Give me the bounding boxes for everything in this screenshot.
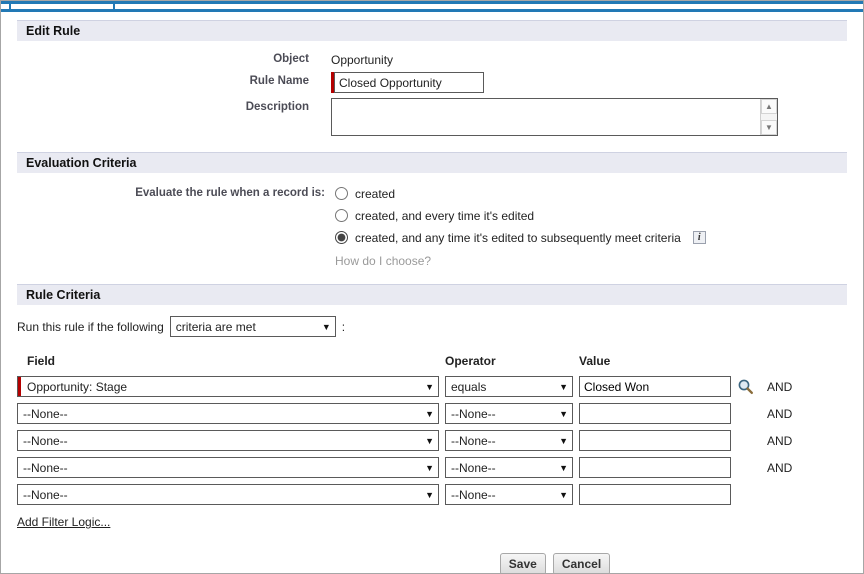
rule-name-row: Rule Name	[17, 72, 847, 93]
run-rule-line: Run this rule if the following criteria …	[17, 316, 847, 337]
object-row: Object Opportunity	[17, 50, 847, 67]
required-field-bar	[18, 377, 21, 396]
scroll-down-icon[interactable]: ▼	[761, 120, 777, 135]
chevron-down-icon: ▼	[425, 409, 434, 419]
scroll-up-icon[interactable]: ▲	[761, 99, 777, 114]
radio-created-every-edit[interactable]	[335, 209, 348, 222]
edit-rule-section-header: Edit Rule	[17, 20, 847, 41]
field-select-2-value: --None--	[23, 407, 68, 421]
evaluation-criteria-body: Evaluate the rule when a record is: crea…	[17, 186, 847, 268]
tab-edge-tick	[9, 4, 11, 9]
field-column-header: Field	[17, 354, 439, 368]
object-value: Opportunity	[331, 50, 847, 67]
chevron-down-icon: ▼	[559, 409, 568, 419]
operator-select-4-value: --None--	[451, 461, 496, 475]
radio-subsequently-meet-label: created, and any time it's edited to sub…	[355, 231, 681, 245]
operator-column-header: Operator	[445, 354, 573, 368]
chevron-down-icon: ▼	[559, 490, 568, 500]
button-bar: Save Cancel	[17, 553, 847, 574]
operator-select-1[interactable]: equals ▼	[445, 376, 573, 397]
top-tab-border	[1, 1, 863, 12]
operator-select-2-value: --None--	[451, 407, 496, 421]
value-input-2[interactable]	[579, 403, 731, 424]
operator-select-5-value: --None--	[451, 488, 496, 502]
run-rule-label: Run this rule if the following	[17, 320, 164, 334]
chevron-down-icon: ▼	[322, 322, 331, 332]
and-label: AND	[767, 461, 807, 475]
radio-option-subsequently-meet[interactable]: created, and any time it's edited to sub…	[335, 230, 847, 245]
field-select-5-value: --None--	[23, 488, 68, 502]
field-select-1-value: Opportunity: Stage	[27, 380, 127, 394]
description-row: Description ▲ ▼	[17, 98, 847, 136]
radio-subsequently-meet[interactable]	[335, 231, 348, 244]
description-label: Description	[17, 98, 309, 113]
and-label: AND	[767, 434, 807, 448]
chevron-down-icon: ▼	[425, 490, 434, 500]
chevron-down-icon: ▼	[425, 382, 434, 392]
evaluation-criteria-section-header: Evaluation Criteria	[17, 152, 847, 173]
lookup-magnifier-icon[interactable]	[737, 378, 755, 396]
criteria-row-4: --None-- ▼ --None-- ▼ AND	[17, 456, 847, 479]
tab-edge-tick	[113, 4, 115, 9]
criteria-type-select[interactable]: criteria are met ▼	[170, 316, 336, 337]
value-input-3[interactable]	[579, 430, 731, 451]
how-do-i-choose-link[interactable]: How do I choose?	[335, 254, 431, 268]
criteria-type-select-value: criteria are met	[176, 320, 256, 334]
operator-select-2[interactable]: --None-- ▼	[445, 403, 573, 424]
add-filter-logic-link[interactable]: Add Filter Logic...	[17, 515, 110, 529]
value-input-1[interactable]	[579, 376, 731, 397]
criteria-table: Field Operator Value Opportunity: Stage …	[17, 354, 847, 506]
operator-select-3-value: --None--	[451, 434, 496, 448]
evaluate-when-label: Evaluate the rule when a record is:	[17, 186, 325, 268]
chevron-down-icon: ▼	[425, 436, 434, 446]
field-select-3-value: --None--	[23, 434, 68, 448]
value-input-4[interactable]	[579, 457, 731, 478]
object-label: Object	[17, 50, 309, 65]
operator-select-3[interactable]: --None-- ▼	[445, 430, 573, 451]
and-label: AND	[767, 407, 807, 421]
operator-select-4[interactable]: --None-- ▼	[445, 457, 573, 478]
field-select-1[interactable]: Opportunity: Stage ▼	[17, 376, 439, 397]
field-select-4[interactable]: --None-- ▼	[17, 457, 439, 478]
rule-name-input[interactable]	[334, 72, 484, 93]
chevron-down-icon: ▼	[559, 382, 568, 392]
radio-option-created[interactable]: created	[335, 186, 847, 201]
chevron-down-icon: ▼	[425, 463, 434, 473]
chevron-down-icon: ▼	[559, 463, 568, 473]
cancel-button[interactable]: Cancel	[553, 553, 610, 574]
field-select-5[interactable]: --None-- ▼	[17, 484, 439, 505]
info-icon[interactable]: i	[693, 231, 706, 244]
rule-name-label: Rule Name	[17, 72, 309, 87]
radio-created-label: created	[355, 187, 395, 201]
chevron-down-icon: ▼	[559, 436, 568, 446]
value-column-header: Value	[579, 354, 731, 368]
operator-select-5[interactable]: --None-- ▼	[445, 484, 573, 505]
radio-created-every-edit-label: created, and every time it's edited	[355, 209, 534, 223]
save-button[interactable]: Save	[500, 553, 546, 574]
criteria-row-3: --None-- ▼ --None-- ▼ AND	[17, 429, 847, 452]
criteria-row-2: --None-- ▼ --None-- ▼ AND	[17, 402, 847, 425]
criteria-row-5: --None-- ▼ --None-- ▼	[17, 483, 847, 506]
radio-option-created-edited[interactable]: created, and every time it's edited	[335, 208, 847, 223]
and-label: AND	[767, 380, 807, 394]
value-input-5[interactable]	[579, 484, 731, 505]
edit-rule-page: Edit Rule Object Opportunity Rule Name D…	[0, 0, 864, 574]
textarea-scrollbar[interactable]: ▲ ▼	[760, 99, 777, 135]
operator-select-1-value: equals	[451, 380, 486, 394]
radio-created[interactable]	[335, 187, 348, 200]
criteria-header-row: Field Operator Value	[17, 354, 847, 368]
field-select-3[interactable]: --None-- ▼	[17, 430, 439, 451]
rule-criteria-section-header: Rule Criteria	[17, 284, 847, 305]
criteria-row-1: Opportunity: Stage ▼ equals ▼	[17, 375, 847, 398]
description-textarea[interactable]	[332, 99, 760, 135]
field-select-2[interactable]: --None-- ▼	[17, 403, 439, 424]
field-select-4-value: --None--	[23, 461, 68, 475]
run-rule-colon: :	[342, 320, 345, 334]
